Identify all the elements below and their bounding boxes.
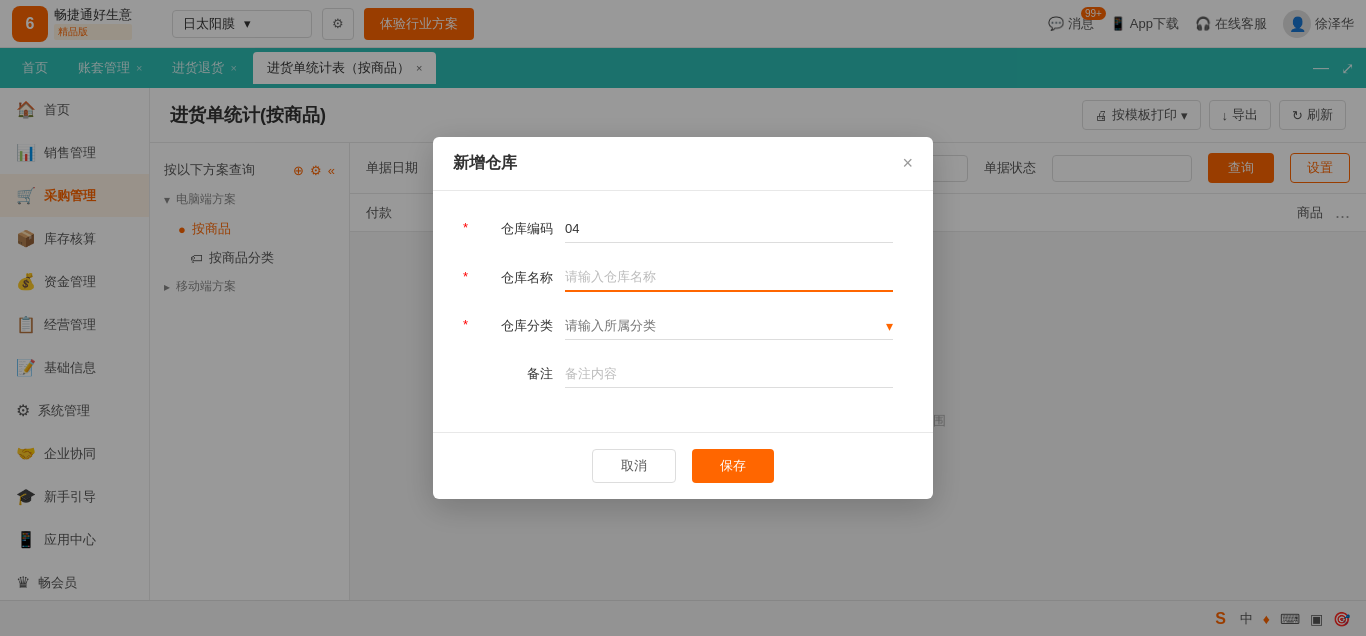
name-label: 仓库名称	[473, 269, 553, 287]
modal-footer: 取消 保存	[433, 432, 933, 499]
code-label: 仓库编码	[473, 220, 553, 238]
modal-header: 新增仓库 ×	[433, 137, 933, 191]
form-row-note: 备注	[473, 360, 893, 388]
category-input[interactable]	[565, 312, 893, 340]
note-input[interactable]	[565, 360, 893, 388]
category-select-row: ▾	[565, 312, 893, 340]
save-button[interactable]: 保存	[692, 449, 774, 483]
modal-overlay[interactable]: 新增仓库 × 仓库编码 仓库名称 仓库分类 ▾	[0, 0, 1366, 636]
modal-title: 新增仓库	[453, 153, 517, 174]
modal-close-icon[interactable]: ×	[902, 153, 913, 174]
code-input[interactable]	[565, 215, 893, 243]
form-row-category: 仓库分类 ▾	[473, 312, 893, 340]
category-label: 仓库分类	[473, 317, 553, 335]
note-label: 备注	[473, 365, 553, 383]
modal-body: 仓库编码 仓库名称 仓库分类 ▾ 备注	[433, 191, 933, 432]
form-row-code: 仓库编码	[473, 215, 893, 243]
cancel-button[interactable]: 取消	[592, 449, 676, 483]
name-input[interactable]	[565, 263, 893, 292]
modal-new-warehouse: 新增仓库 × 仓库编码 仓库名称 仓库分类 ▾	[433, 137, 933, 499]
chevron-down-icon: ▾	[886, 318, 893, 334]
form-row-name: 仓库名称	[473, 263, 893, 292]
